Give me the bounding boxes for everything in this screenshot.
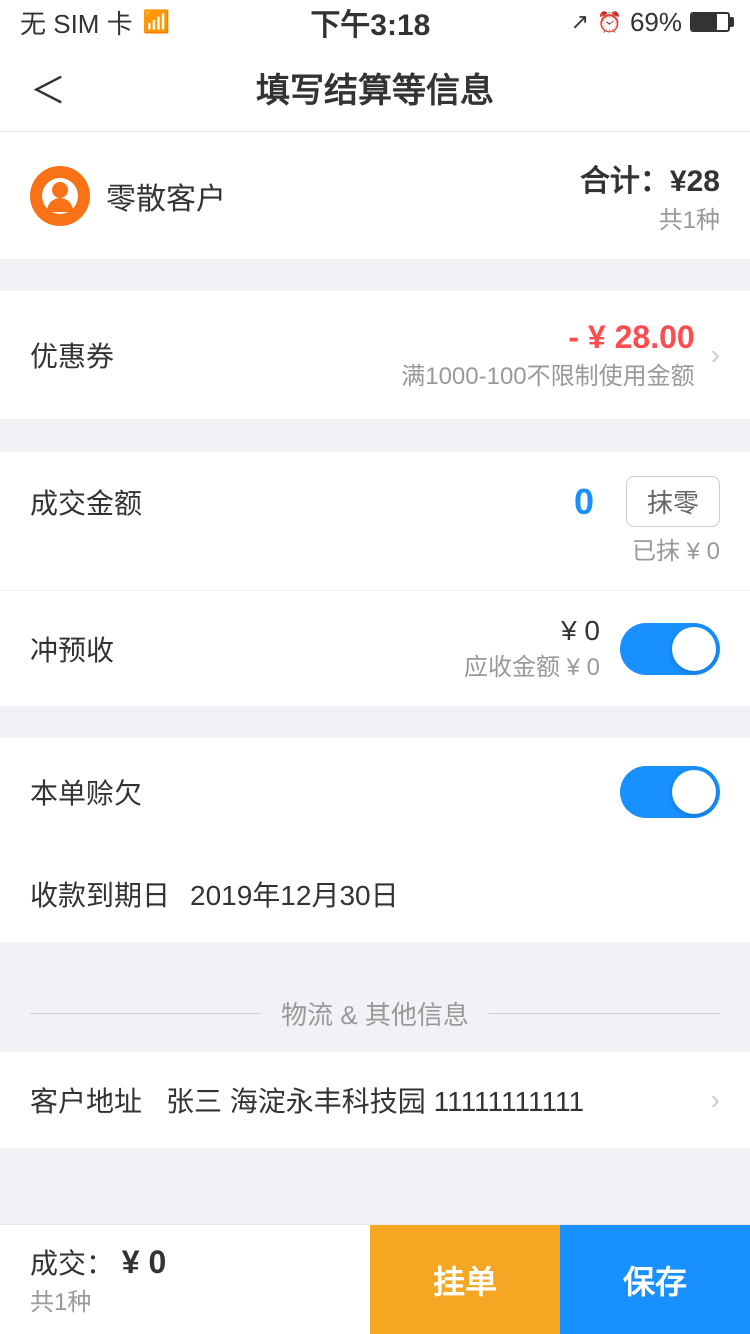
hang-button[interactable]: 挂单 [370,1225,560,1334]
customer-name: 零散客户 [106,174,226,218]
divider-line-right [489,1013,720,1014]
prepayment-amount: ¥ 0 [464,615,600,647]
debt-toggle-knob [672,770,716,814]
prepayment-sub: 应收金额 ¥ 0 [464,647,600,682]
due-date-row[interactable]: 收款到期日 2019年12月30日 [0,846,750,943]
deal-amount-sub: 已抹 ¥ 0 [632,531,720,566]
logistics-section-header: 物流 & 其他信息 [0,975,750,1052]
debt-toggle[interactable] [620,766,720,818]
save-button[interactable]: 保存 [560,1225,750,1334]
amount-top: 成交金额 0 抹零 [30,476,720,527]
content: 零散客户 合计：¥28 共1种 优惠券 - ¥ 28.00 满1000-100不… [0,132,750,1284]
divider-1 [0,275,750,291]
back-button[interactable]: ＜ [30,62,66,114]
status-right: ↗ ⏰ 69% [571,7,730,38]
customer-row: 零散客户 合计：¥28 共1种 [0,132,750,259]
debt-label: 本单赊欠 [30,772,142,812]
battery-percent: 69% [630,7,682,38]
chong-top: 冲预收 ¥ 0 应收金额 ¥ 0 [30,615,720,682]
save-btn-label: 保存 [623,1257,687,1303]
round-off-button[interactable]: 抹零 [626,476,720,527]
avatar-icon [42,178,78,214]
hang-btn-label: 挂单 [433,1257,497,1303]
amount-bottom: 已抹 ¥ 0 [30,531,720,566]
due-date-value: 2019年12月30日 [190,874,399,914]
debt-row: 本单赊欠 [0,738,750,846]
bottom-count: 共1种 [30,1282,340,1317]
customer-total: 合计：¥28 共1种 [580,156,720,235]
divider-2 [0,436,750,452]
bottom-deal-amount: ¥ 0 [122,1244,166,1280]
address-row[interactable]: 客户地址 张三 海淀永丰科技园 11111111111 › [0,1052,750,1148]
battery-icon [690,12,730,32]
coupon-label: 优惠券 [30,335,114,375]
address-label: 客户地址 [30,1080,142,1120]
no-sim-text: 无 SIM 卡 [20,4,133,41]
bottom-deal-label: 成交： [30,1248,114,1279]
address-chevron: › [711,1084,720,1116]
bottom-deal-row: 成交： ¥ 0 [30,1242,340,1282]
coupon-right: - ¥ 28.00 满1000-100不限制使用金额 › [401,319,720,391]
coupon-value: - ¥ 28.00 [401,319,694,356]
location-icon: ↗ [571,9,589,35]
coupon-card: 优惠券 - ¥ 28.00 满1000-100不限制使用金额 › [0,291,750,420]
status-bar: 无 SIM 卡 📶 下午3:18 ↗ ⏰ 69% [0,0,750,44]
coupon-values: - ¥ 28.00 满1000-100不限制使用金额 [401,319,694,391]
wifi-icon: 📶 [143,9,170,35]
divider-3 [0,722,750,738]
bottom-bar: 成交： ¥ 0 共1种 挂单 保存 [0,1224,750,1334]
divider-line-left [30,1013,261,1014]
bottom-info: 成交： ¥ 0 共1种 [0,1242,370,1317]
prepayment-toggle[interactable] [620,623,720,675]
address-card: 客户地址 张三 海淀永丰科技园 11111111111 › [0,1052,750,1148]
chong-amounts: ¥ 0 应收金额 ¥ 0 [464,615,600,682]
deal-amount-row: 成交金额 0 抹零 已抹 ¥ 0 [0,452,750,591]
customer-card: 零散客户 合计：¥28 共1种 [0,132,750,259]
section-header-inner: 物流 & 其他信息 [30,995,720,1032]
toggle-knob [672,627,716,671]
total-count: 共1种 [580,200,720,235]
divider-4 [0,959,750,975]
prepayment-row: 冲预收 ¥ 0 应收金额 ¥ 0 [0,591,750,706]
logistics-text: 物流 & 其他信息 [281,995,469,1032]
page-title: 填写结算等信息 [256,63,494,112]
coupon-chevron: › [711,339,720,371]
prepayment-label: 冲预收 [30,629,114,669]
coupon-sub: 满1000-100不限制使用金额 [401,356,694,391]
avatar [30,166,90,226]
status-time: 下午3:18 [310,0,430,44]
nav-bar: ＜ 填写结算等信息 [0,44,750,132]
due-date-label: 收款到期日 [30,874,170,914]
total-amount: 合计：¥28 [580,156,720,200]
customer-left: 零散客户 [30,166,226,226]
status-left: 无 SIM 卡 📶 [20,4,170,41]
chong-right: ¥ 0 应收金额 ¥ 0 [464,615,720,682]
address-value: 张三 海淀永丰科技园 11111111111 [166,1080,711,1120]
alarm-icon: ⏰ [597,10,622,35]
deal-amount-input[interactable]: 0 [554,481,594,523]
debt-card: 本单赊欠 收款到期日 2019年12月30日 [0,738,750,943]
coupon-row[interactable]: 优惠券 - ¥ 28.00 满1000-100不限制使用金额 › [0,291,750,420]
deal-amount-label: 成交金额 [30,482,142,522]
deal-amount-card: 成交金额 0 抹零 已抹 ¥ 0 冲预收 ¥ 0 应收金额 ¥ 0 [0,452,750,706]
